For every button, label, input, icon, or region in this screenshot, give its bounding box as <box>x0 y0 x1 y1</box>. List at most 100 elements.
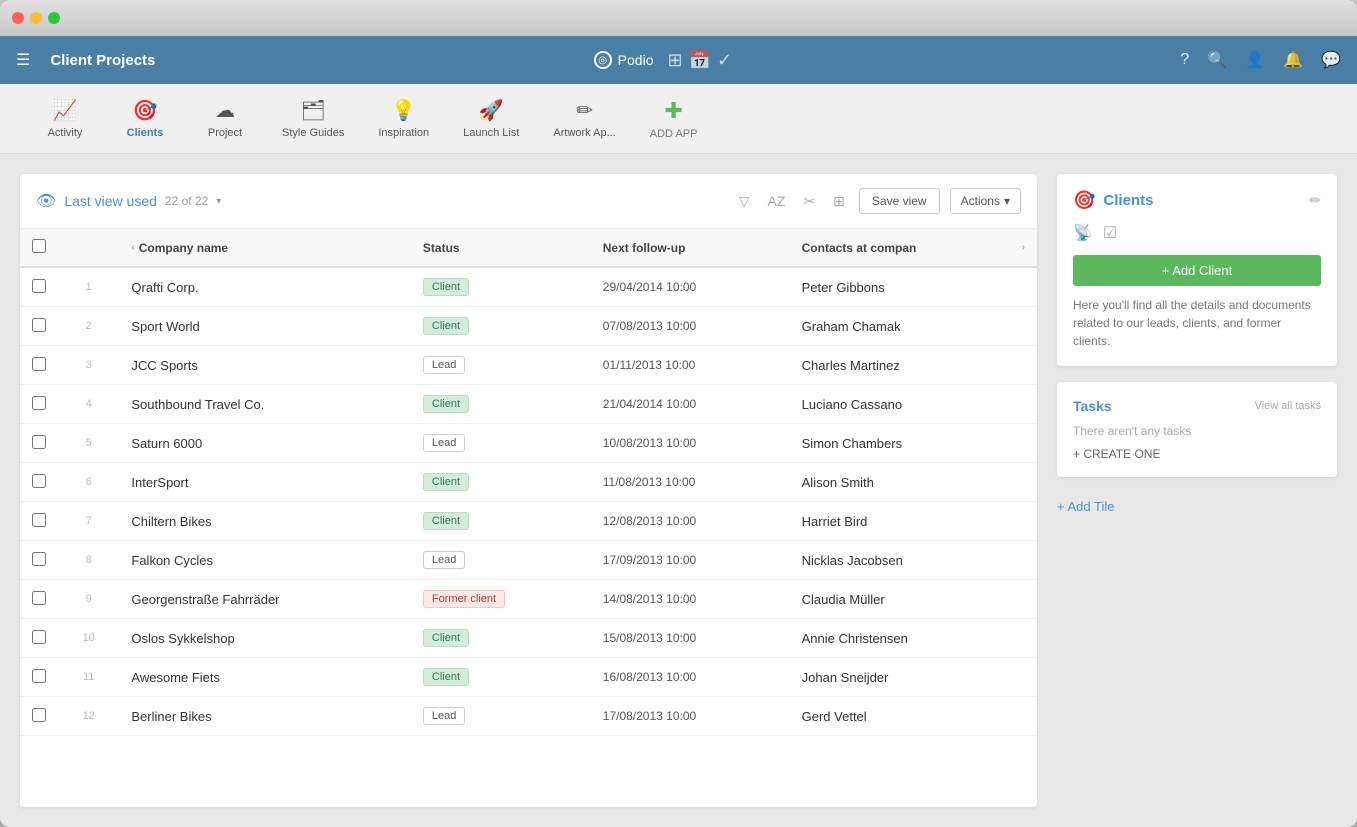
nav-calendar-icon[interactable]: 📅 <box>689 50 711 71</box>
app-project[interactable]: ☁ Project <box>190 92 260 145</box>
eye-icon: 👁 <box>36 191 56 211</box>
row-company[interactable]: Berliner Bikes <box>119 697 411 736</box>
row-company[interactable]: Southbound Travel Co. <box>119 385 411 424</box>
user-icon[interactable]: 👤 <box>1245 50 1265 70</box>
col-company[interactable]: ‹ Company name <box>119 229 411 267</box>
nav-check-icon[interactable]: ✓ <box>717 50 732 71</box>
row-followup: 01/11/2013 10:00 <box>591 346 790 385</box>
row-company[interactable]: Oslos Sykkelshop <box>119 619 411 658</box>
table-row: 10 Oslos Sykkelshop Client 15/08/2013 10… <box>20 619 1037 658</box>
row-checkbox[interactable] <box>32 708 46 722</box>
tools-icon[interactable]: ✂ <box>799 189 819 214</box>
activity-label: Activity <box>48 127 83 139</box>
app-activity[interactable]: 📈 Activity <box>30 92 100 145</box>
status-badge: Client <box>423 278 469 296</box>
row-checkbox[interactable] <box>32 279 46 293</box>
row-checkbox[interactable] <box>32 318 46 332</box>
edit-icon[interactable]: ✏ <box>1309 192 1321 209</box>
col-next-icon[interactable]: › <box>1022 242 1025 253</box>
tasks-header: Tasks View all tasks <box>1073 398 1321 414</box>
row-contact: Annie Christensen <box>790 619 1037 658</box>
table-row: 4 Southbound Travel Co. Client 21/04/201… <box>20 385 1037 424</box>
add-client-button[interactable]: + Add Client <box>1073 255 1321 286</box>
notifications-icon[interactable]: 🔔 <box>1283 50 1303 70</box>
row-company[interactable]: JCC Sports <box>119 346 411 385</box>
table-row: 11 Awesome Fiets Client 16/08/2013 10:00… <box>20 658 1037 697</box>
records-table: ‹ Company name Status Next follow-up Con… <box>20 229 1037 736</box>
table-row: 2 Sport World Client 07/08/2013 10:00 Gr… <box>20 307 1037 346</box>
app-inspiration[interactable]: 💡 Inspiration <box>366 92 441 145</box>
view-all-tasks-link[interactable]: View all tasks <box>1255 400 1321 412</box>
row-contact: Harriet Bird <box>790 502 1037 541</box>
row-contact: Luciano Cassano <box>790 385 1037 424</box>
chat-icon[interactable]: 💬 <box>1321 50 1341 70</box>
row-checkbox-cell <box>20 697 58 736</box>
style-guides-icon: 🗂 <box>300 98 325 123</box>
actions-button[interactable]: Actions ▾ <box>950 188 1021 214</box>
add-tile-button[interactable]: + Add Tile <box>1057 493 1337 520</box>
table-body: 1 Qrafti Corp. Client 29/04/2014 10:00 P… <box>20 267 1037 736</box>
app-clients[interactable]: 🎯 Clients <box>110 92 180 145</box>
activity-icon: 📈 <box>53 98 78 123</box>
row-followup: 29/04/2014 10:00 <box>591 267 790 307</box>
table-row: 9 Georgenstraße Fahrräder Former client … <box>20 580 1037 619</box>
row-checkbox-cell <box>20 619 58 658</box>
row-checkbox[interactable] <box>32 513 46 527</box>
create-task-button[interactable]: + CREATE ONE <box>1073 447 1160 461</box>
artwork-icon: ✏ <box>576 98 593 123</box>
app-artwork[interactable]: ✏ Artwork Ap... <box>541 92 627 145</box>
chevron-down-icon: ▾ <box>216 196 221 207</box>
row-company[interactable]: InterSport <box>119 463 411 502</box>
row-company[interactable]: Chiltern Bikes <box>119 502 411 541</box>
col-status: Status <box>411 229 591 267</box>
row-checkbox[interactable] <box>32 396 46 410</box>
podio-logo[interactable]: ◎ Podio <box>594 51 654 69</box>
rss-icon[interactable]: 📡 <box>1073 223 1093 243</box>
row-company[interactable]: Awesome Fiets <box>119 658 411 697</box>
row-checkbox[interactable] <box>32 630 46 644</box>
app-style-guides[interactable]: 🗂 Style Guides <box>270 92 356 145</box>
row-company[interactable]: Qrafti Corp. <box>119 267 411 307</box>
search-icon[interactable]: 🔍 <box>1207 50 1227 70</box>
inspiration-icon: 💡 <box>391 98 416 123</box>
maximize-button[interactable] <box>48 12 60 24</box>
nav-icons-right: ? 🔍 👤 🔔 💬 <box>1180 50 1341 70</box>
row-company[interactable]: Falkon Cycles <box>119 541 411 580</box>
task-icon[interactable]: ☑ <box>1103 223 1117 243</box>
podio-logo-icon: ◎ <box>594 51 612 69</box>
row-checkbox[interactable] <box>32 435 46 449</box>
row-company[interactable]: Sport World <box>119 307 411 346</box>
row-company[interactable]: Saturn 6000 <box>119 424 411 463</box>
left-panel: 👁 Last view used 22 of 22 ▾ ▽ AZ ✂ ⊞ Sav… <box>20 174 1037 807</box>
filter-icon[interactable]: ▽ <box>735 189 754 214</box>
row-checkbox-cell <box>20 658 58 697</box>
nav-layers-icon[interactable]: ⊞ <box>667 50 682 71</box>
col-contacts: Contacts at compan › <box>790 229 1037 267</box>
clients-title-text: Clients <box>1103 192 1153 209</box>
row-checkbox-cell <box>20 541 58 580</box>
hamburger-icon[interactable]: ☰ <box>16 50 30 70</box>
app-launch-list[interactable]: 🚀 Launch List <box>451 92 531 145</box>
row-checkbox[interactable] <box>32 669 46 683</box>
col-prev-icon[interactable]: ‹ <box>131 242 134 253</box>
minimize-button[interactable] <box>30 12 42 24</box>
add-app-button[interactable]: ✚ ADD APP <box>638 92 710 146</box>
select-all-checkbox[interactable] <box>32 239 46 253</box>
row-status: Lead <box>411 541 591 580</box>
row-company[interactable]: Georgenstraße Fahrräder <box>119 580 411 619</box>
sort-icon[interactable]: AZ <box>764 189 790 213</box>
status-badge: Lead <box>423 551 465 569</box>
project-icon: ☁ <box>215 98 235 123</box>
row-checkbox[interactable] <box>32 357 46 371</box>
close-button[interactable] <box>12 12 24 24</box>
help-icon[interactable]: ? <box>1180 51 1189 69</box>
table-row: 8 Falkon Cycles Lead 17/09/2013 10:00 Ni… <box>20 541 1037 580</box>
save-view-button[interactable]: Save view <box>859 188 940 214</box>
row-followup: 14/08/2013 10:00 <box>591 580 790 619</box>
view-title[interactable]: 👁 Last view used 22 of 22 ▾ <box>36 191 221 211</box>
row-contact: Graham Chamak <box>790 307 1037 346</box>
grid-icon[interactable]: ⊞ <box>829 189 849 214</box>
row-checkbox[interactable] <box>32 474 46 488</box>
row-checkbox[interactable] <box>32 552 46 566</box>
row-checkbox[interactable] <box>32 591 46 605</box>
